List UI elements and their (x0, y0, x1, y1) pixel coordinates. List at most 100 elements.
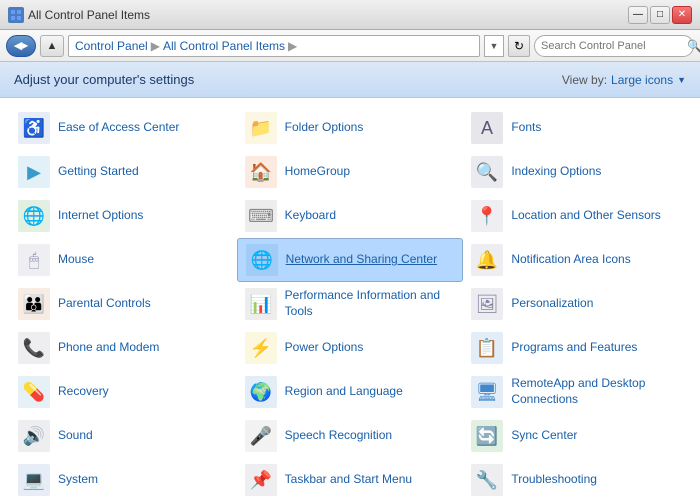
homegroup-label: HomeGroup (285, 164, 350, 180)
search-input[interactable] (541, 40, 683, 52)
refresh-button[interactable]: ↻ (508, 35, 530, 57)
address-bar: ◀ ▶ ▲ Control Panel ▶ All Control Panel … (0, 30, 700, 62)
svg-text:📞: 📞 (23, 336, 46, 358)
path-separator-2: ▶ (288, 39, 297, 53)
items-grid: ♿ Ease of Access Center 📁 Folder Options… (0, 98, 700, 501)
svg-text:🔍: 🔍 (476, 160, 498, 182)
grid-item-fonts[interactable]: A Fonts (463, 106, 690, 150)
grid-item-homegroup[interactable]: 🏠 HomeGroup (237, 150, 464, 194)
svg-text:🖼: 🖼 (476, 294, 499, 314)
search-box[interactable]: 🔍 (534, 35, 694, 57)
svg-text:⌨: ⌨ (248, 206, 274, 226)
mouse-label: Mouse (58, 252, 94, 268)
network-sharing-label: Network and Sharing Center (286, 252, 437, 268)
path-all-items[interactable]: All Control Panel Items (163, 39, 285, 53)
path-dropdown-button[interactable]: ▼ (484, 35, 504, 57)
title-bar: All Control Panel Items — □ ✕ (0, 0, 700, 30)
title-bar-left: All Control Panel Items (8, 7, 150, 23)
back-arrow-icon: ◀ (14, 39, 22, 52)
minimize-button[interactable]: — (628, 6, 648, 24)
view-by-label: View by: (562, 73, 607, 87)
svg-text:📋: 📋 (476, 337, 498, 358)
sound-label: Sound (58, 428, 93, 444)
svg-text:▶: ▶ (27, 162, 41, 182)
svg-text:🔄: 🔄 (476, 425, 498, 446)
grid-item-parental-controls[interactable]: 👪 Parental Controls (10, 282, 237, 326)
sync-center-label: Sync Center (511, 428, 577, 444)
grid-item-network-sharing[interactable]: 🌐 Network and Sharing Center (237, 238, 464, 282)
svg-text:📍: 📍 (476, 205, 498, 226)
up-button[interactable]: ▲ (40, 35, 64, 57)
forward-arrow-icon: ▶ (22, 41, 28, 50)
grid-item-speech-recognition[interactable]: 🎤 Speech Recognition (237, 414, 464, 458)
grid-item-ease-of-access[interactable]: ♿ Ease of Access Center (10, 106, 237, 150)
grid-item-sound[interactable]: 🔊 Sound (10, 414, 237, 458)
folder-options-icon: 📁 (245, 112, 277, 144)
performance-info-label: Performance Information and Tools (285, 288, 456, 319)
system-label: System (58, 472, 98, 488)
grid-item-notification-icons[interactable]: 🔔 Notification Area Icons (463, 238, 690, 282)
grid-item-indexing-options[interactable]: 🔍 Indexing Options (463, 150, 690, 194)
programs-features-icon: 📋 (471, 332, 503, 364)
taskbar-start-icon: 📌 (245, 464, 277, 496)
svg-text:🌐: 🌐 (23, 205, 45, 226)
getting-started-icon: ▶ (18, 156, 50, 188)
power-options-icon: ⚡ (245, 332, 277, 364)
svg-text:💊: 💊 (23, 381, 45, 403)
path-control-panel[interactable]: Control Panel (75, 39, 148, 53)
grid-item-remoteapp[interactable]: 🖥 RemoteApp and Desktop Connections (463, 370, 690, 414)
maximize-button[interactable]: □ (650, 6, 670, 24)
back-button[interactable]: ◀ ▶ (6, 35, 36, 57)
address-path[interactable]: Control Panel ▶ All Control Panel Items … (68, 35, 480, 57)
grid-item-keyboard[interactable]: ⌨ Keyboard (237, 194, 464, 238)
search-icon: 🔍 (687, 39, 700, 53)
personalization-label: Personalization (511, 296, 593, 312)
svg-text:♿: ♿ (23, 117, 45, 138)
svg-text:🖱: 🖱 (29, 250, 40, 270)
programs-features-label: Programs and Features (511, 340, 637, 356)
grid-item-performance-info[interactable]: 📊 Performance Information and Tools (237, 282, 464, 326)
phone-modem-label: Phone and Modem (58, 340, 159, 356)
grid-item-power-options[interactable]: ⚡ Power Options (237, 326, 464, 370)
grid-item-mouse[interactable]: 🖱 Mouse (10, 238, 237, 282)
up-arrow-icon: ▲ (47, 40, 58, 52)
grid-item-location-sensors[interactable]: 📍 Location and Other Sensors (463, 194, 690, 238)
troubleshooting-icon: 🔧 (471, 464, 503, 496)
keyboard-label: Keyboard (285, 208, 336, 224)
view-dropdown-arrow-icon: ▼ (677, 75, 686, 85)
internet-options-label: Internet Options (58, 208, 143, 224)
location-sensors-icon: 📍 (471, 200, 503, 232)
notification-icons-icon: 🔔 (471, 244, 503, 276)
grid-item-system[interactable]: 💻 System (10, 458, 237, 501)
grid-item-getting-started[interactable]: ▶ Getting Started (10, 150, 237, 194)
grid-item-programs-features[interactable]: 📋 Programs and Features (463, 326, 690, 370)
path-separator-1: ▶ (151, 39, 160, 53)
fonts-icon: A (471, 112, 503, 144)
close-button[interactable]: ✕ (672, 6, 692, 24)
grid-item-troubleshooting[interactable]: 🔧 Troubleshooting (463, 458, 690, 501)
grid-item-folder-options[interactable]: 📁 Folder Options (237, 106, 464, 150)
getting-started-label: Getting Started (58, 164, 139, 180)
main-area: ♿ Ease of Access Center 📁 Folder Options… (0, 98, 700, 501)
recovery-label: Recovery (58, 384, 109, 400)
grid-item-recovery[interactable]: 💊 Recovery (10, 370, 237, 414)
svg-text:🌐: 🌐 (250, 249, 272, 270)
grid-item-internet-options[interactable]: 🌐 Internet Options (10, 194, 237, 238)
grid-item-taskbar-start[interactable]: 📌 Taskbar and Start Menu (237, 458, 464, 501)
grid-item-sync-center[interactable]: 🔄 Sync Center (463, 414, 690, 458)
svg-text:📌: 📌 (249, 469, 271, 490)
taskbar-start-label: Taskbar and Start Menu (285, 472, 412, 488)
svg-text:⚡: ⚡ (249, 337, 271, 359)
view-by-control[interactable]: View by: Large icons ▼ (562, 73, 686, 87)
personalization-icon: 🖼 (471, 288, 503, 320)
fonts-label: Fonts (511, 120, 541, 136)
svg-text:A: A (481, 118, 493, 138)
system-icon: 💻 (18, 464, 50, 496)
indexing-options-icon: 🔍 (471, 156, 503, 188)
grid-item-phone-modem[interactable]: 📞 Phone and Modem (10, 326, 237, 370)
grid-item-personalization[interactable]: 🖼 Personalization (463, 282, 690, 326)
parental-controls-icon: 👪 (18, 288, 50, 320)
view-by-value[interactable]: Large icons (611, 73, 673, 87)
app-icon (8, 7, 24, 23)
grid-item-region-language[interactable]: 🌍 Region and Language (237, 370, 464, 414)
